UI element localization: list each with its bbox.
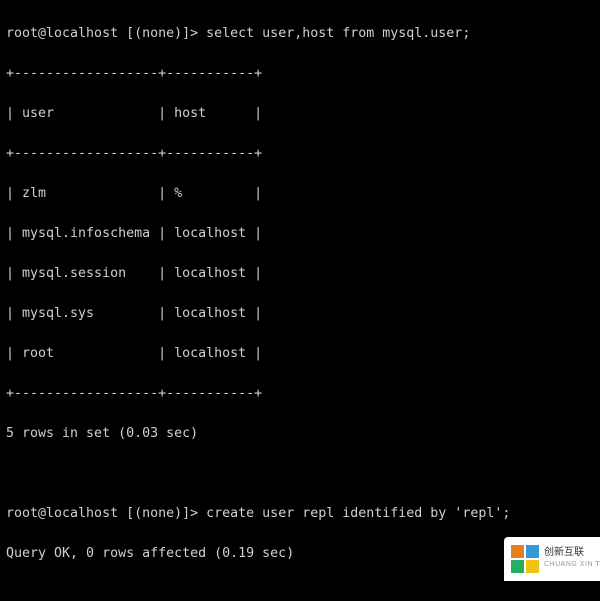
result-summary: 5 rows in set (0.03 sec) bbox=[6, 424, 594, 444]
blank-line bbox=[6, 464, 594, 484]
watermark-main: 创新互联 bbox=[544, 547, 600, 559]
prompt-line: root@localhost [(none)]> create user rep… bbox=[6, 504, 594, 524]
prompt: root@localhost [(none)]> bbox=[6, 26, 206, 41]
terminal[interactable]: root@localhost [(none)]> select user,hos… bbox=[0, 0, 600, 601]
watermark-badge: 创新互联 CHUANG XIN TECH bbox=[504, 537, 600, 581]
watermark-sub: CHUANG XIN TECH bbox=[544, 559, 600, 571]
table-border: +------------------+-----------+ bbox=[6, 64, 594, 84]
table-row: | mysql.infoschema | localhost | bbox=[6, 224, 594, 244]
blank-line bbox=[6, 584, 594, 601]
watermark-logo-icon bbox=[510, 544, 540, 574]
table-border: +------------------+-----------+ bbox=[6, 144, 594, 164]
sql-command: select user,host from mysql.user; bbox=[206, 26, 470, 41]
sql-command: create user repl identified by 'repl'; bbox=[206, 506, 510, 521]
table-header: | user | host | bbox=[6, 104, 594, 124]
prompt-line: root@localhost [(none)]> select user,hos… bbox=[6, 24, 594, 44]
watermark-text: 创新互联 CHUANG XIN TECH bbox=[544, 547, 600, 571]
table-row: | root | localhost | bbox=[6, 344, 594, 364]
table-row: | mysql.sys | localhost | bbox=[6, 304, 594, 324]
table-border: +------------------+-----------+ bbox=[6, 384, 594, 404]
table-row: | mysql.session | localhost | bbox=[6, 264, 594, 284]
table-row: | zlm | % | bbox=[6, 184, 594, 204]
prompt: root@localhost [(none)]> bbox=[6, 506, 206, 521]
